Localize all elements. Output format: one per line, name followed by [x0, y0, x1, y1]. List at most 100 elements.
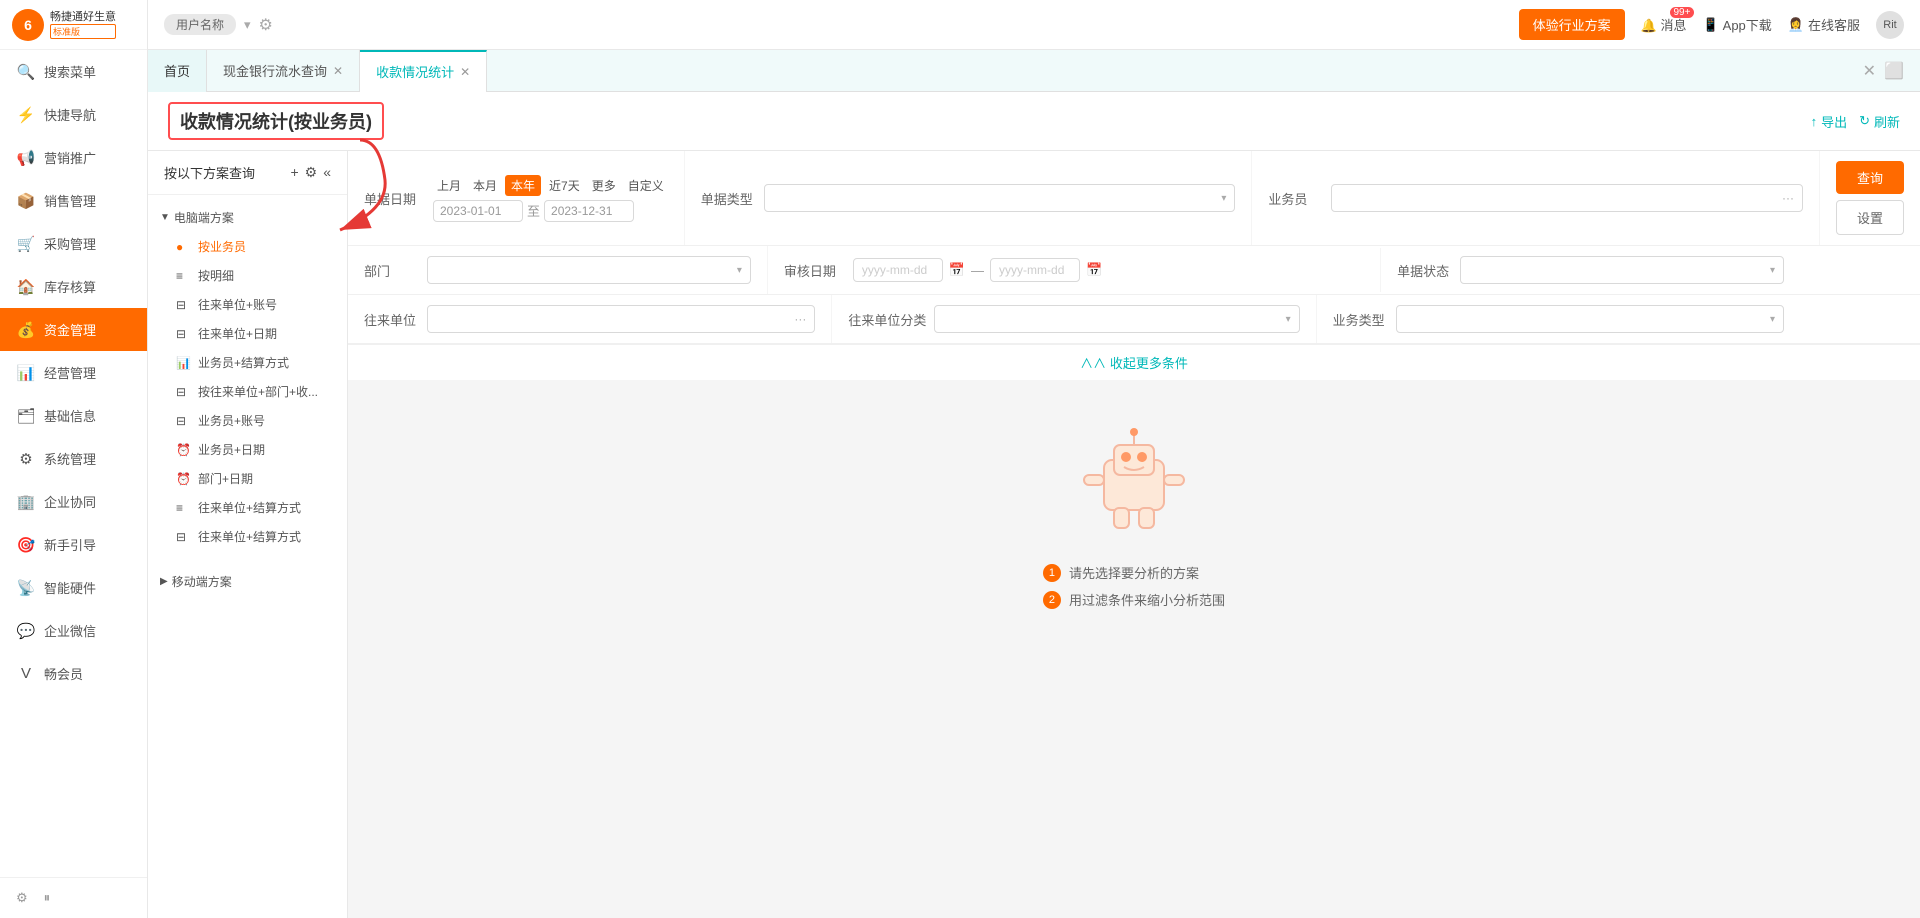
- scheme-item-partner-date[interactable]: ⊟ 往来单位+日期: [148, 319, 347, 348]
- scheme-item-staff-date[interactable]: ⏰ 业务员+日期: [148, 435, 347, 464]
- logo-badge: 标准版: [50, 24, 116, 39]
- sidebar-label-operation: 经营管理: [44, 363, 96, 382]
- date-btn-more[interactable]: 更多: [588, 175, 620, 196]
- tab-home[interactable]: 首页: [148, 50, 207, 92]
- scheme-item-partner-dept[interactable]: ⊟ 按往来单位+部门+收...: [148, 377, 347, 406]
- scheme-item-dept-date-label: 部门+日期: [198, 470, 253, 487]
- tab-bar: 首页 现金银行流水查询 ✕ 收款情况统计 ✕ ✕ ⬜: [148, 50, 1920, 92]
- audit-date-label: 审核日期: [784, 261, 839, 280]
- scheme-item-staff-settlement[interactable]: 📊 业务员+结算方式: [148, 348, 347, 377]
- date-btn-this-month[interactable]: 本月: [469, 175, 501, 196]
- staff-input[interactable]: ···: [1331, 184, 1803, 212]
- scheme-item-by-detail[interactable]: ≡ 按明细: [148, 261, 347, 290]
- date-from-input[interactable]: 2023-01-01: [433, 200, 523, 222]
- scheme-settings-icon[interactable]: ⚙: [305, 164, 318, 181]
- scheme-item-partner-account[interactable]: ⊟ 往来单位+账号: [148, 290, 347, 319]
- notification-label: 消息: [1660, 18, 1686, 33]
- export-button[interactable]: ↑ 导出: [1811, 112, 1848, 131]
- scheme-group-mobile[interactable]: ▶ 移动端方案: [148, 567, 347, 596]
- scheme-collapse-icon[interactable]: «: [323, 164, 331, 181]
- sidebar-item-basic[interactable]: 🗂 基础信息: [0, 394, 147, 437]
- partner-type-input[interactable]: ▾: [934, 305, 1299, 333]
- scheme-item-dept-date[interactable]: ⏰ 部门+日期: [148, 464, 347, 493]
- collapse-arrow-icon: ∧∧: [1080, 356, 1106, 371]
- scheme-item-partner-settlement2-label: 往来单位+结算方式: [198, 528, 301, 545]
- audit-date-cal-icon[interactable]: 📅: [949, 262, 965, 278]
- online-service[interactable]: 👩‍💼 在线客服: [1788, 15, 1860, 34]
- sidebar-item-quick[interactable]: ⚡ 快捷导航: [0, 93, 147, 136]
- scheme-item-partner-settlement2[interactable]: ⊟ 往来单位+结算方式: [148, 522, 347, 551]
- sidebar-item-inventory[interactable]: 🏠 库存核算: [0, 265, 147, 308]
- refresh-button[interactable]: ↻ 刷新: [1859, 112, 1900, 131]
- sidebar-nav: 🔍 搜索菜单 ⚡ 快捷导航 📢 营销推广 📦 销售管理 🛒 采购管理 🏠 库存核…: [0, 50, 147, 877]
- dept-date-icon: ⏰: [176, 472, 192, 486]
- sidebar-item-sales[interactable]: 📦 销售管理: [0, 179, 147, 222]
- trial-button[interactable]: 体验行业方案: [1519, 9, 1625, 40]
- sidebar-item-vip[interactable]: V 畅会员: [0, 652, 147, 695]
- dept-input[interactable]: ▾: [427, 256, 751, 284]
- notification-bell[interactable]: 🔔 99+ 消息: [1641, 15, 1687, 34]
- date-to-input[interactable]: 2023-12-31: [544, 200, 634, 222]
- sidebar-item-marketing[interactable]: 📢 营销推广: [0, 136, 147, 179]
- logo-text: 畅捷通好生意: [50, 10, 116, 24]
- sales-icon: 📦: [16, 192, 36, 210]
- partner-more-icon[interactable]: ···: [794, 312, 806, 326]
- dropdown-icon[interactable]: ▾: [244, 17, 251, 33]
- tab-close-all-icon[interactable]: ✕: [1863, 61, 1876, 81]
- scheme-header-label: 按以下方案查询: [164, 163, 255, 182]
- staff-more-icon[interactable]: ···: [1782, 191, 1794, 205]
- user-avatar[interactable]: Rit: [1876, 11, 1904, 39]
- tab-receipt-close[interactable]: ✕: [460, 65, 470, 79]
- collapse-more-bar[interactable]: ∧∧ 收起更多条件: [348, 344, 1920, 380]
- page-header: 收款情况统计(按业务员) ↑ 导出 ↻ 刷新: [148, 92, 1920, 151]
- audit-date-cal2-icon[interactable]: 📅: [1086, 262, 1102, 278]
- scheme-item-by-staff[interactable]: ● 按业务员: [148, 232, 347, 261]
- sidebar-item-guide[interactable]: 🎯 新手引导: [0, 523, 147, 566]
- header-icon-group: 🔔 99+ 消息 📱 App下载 👩‍💼 在线客服 Rit: [1641, 11, 1904, 39]
- main-area: 用户名称 ▾ ⚙ 体验行业方案 🔔 99+ 消息 📱 App下载 👩‍💼 在线客…: [148, 0, 1920, 918]
- mobile-group-label: 移动端方案: [172, 573, 232, 590]
- app-download[interactable]: 📱 App下载: [1702, 15, 1771, 34]
- date-filter-label: 单据日期: [364, 189, 419, 208]
- biz-type-input[interactable]: ▾: [1396, 305, 1784, 333]
- tab-receipt[interactable]: 收款情况统计 ✕: [360, 50, 487, 92]
- tab-bank[interactable]: 现金银行流水查询 ✕: [207, 50, 360, 92]
- query-button[interactable]: 查询: [1836, 161, 1904, 194]
- scheme-item-staff-account[interactable]: ⊟ 业务员+账号: [148, 406, 347, 435]
- app-logo: 6 畅捷通好生意 标准版: [0, 0, 147, 50]
- date-btn-this-year[interactable]: 本年: [505, 175, 541, 196]
- sidebar-item-operation[interactable]: 📊 经营管理: [0, 351, 147, 394]
- filter-staff-cell: 业务员 ···: [1252, 151, 1819, 245]
- date-btn-custom[interactable]: 自定义: [624, 175, 668, 196]
- sidebar-item-wechat[interactable]: 💬 企业微信: [0, 609, 147, 652]
- tab-bank-close[interactable]: ✕: [333, 64, 343, 78]
- doctype-input[interactable]: ▾: [764, 184, 1236, 212]
- sidebar-item-hardware[interactable]: 📡 智能硬件: [0, 566, 147, 609]
- audit-date-from-input[interactable]: yyyy-mm-dd: [853, 258, 943, 282]
- doc-status-chevron-icon: ▾: [1770, 265, 1775, 276]
- sidebar-item-search[interactable]: 🔍 搜索菜单: [0, 50, 147, 93]
- filter-date-cell: 单据日期 上月 本月 本年 近7天 更多 自定义 2023-: [348, 151, 685, 245]
- scheme-item-partner-settlement1[interactable]: ≡ 往来单位+结算方式: [148, 493, 347, 522]
- scheme-add-icon[interactable]: +: [290, 164, 298, 181]
- collapse-sidebar-icon[interactable]: ⏸: [44, 890, 51, 906]
- staff-settlement-icon: 📊: [176, 356, 192, 370]
- gear-settings-icon[interactable]: ⚙: [259, 15, 273, 35]
- tab-bank-label: 现金银行流水查询: [223, 61, 327, 80]
- sidebar-item-purchase[interactable]: 🛒 采购管理: [0, 222, 147, 265]
- download-icon: 📱: [1702, 17, 1718, 33]
- tab-maximize-icon[interactable]: ⬜: [1884, 61, 1904, 81]
- date-btn-last-month[interactable]: 上月: [433, 175, 465, 196]
- settings-bottom-icon[interactable]: ⚙: [16, 890, 28, 906]
- sidebar-item-system[interactable]: ⚙ 系统管理: [0, 437, 147, 480]
- doc-status-input[interactable]: ▾: [1460, 256, 1784, 284]
- scheme-group-desktop[interactable]: ▼ 电脑端方案: [148, 203, 347, 232]
- sidebar-item-fund[interactable]: 💰 资金管理: [0, 308, 147, 351]
- audit-date-to-input[interactable]: yyyy-mm-dd: [990, 258, 1080, 282]
- filter-row-1: 单据日期 上月 本月 本年 近7天 更多 自定义 2023-: [348, 151, 1920, 246]
- sidebar-item-enterprise[interactable]: 🏢 企业协同: [0, 480, 147, 523]
- partner-input[interactable]: ···: [427, 305, 815, 333]
- collapse-label: 收起更多条件: [1110, 356, 1188, 371]
- date-btn-7days[interactable]: 近7天: [545, 175, 584, 196]
- setting-button[interactable]: 设置: [1836, 200, 1904, 235]
